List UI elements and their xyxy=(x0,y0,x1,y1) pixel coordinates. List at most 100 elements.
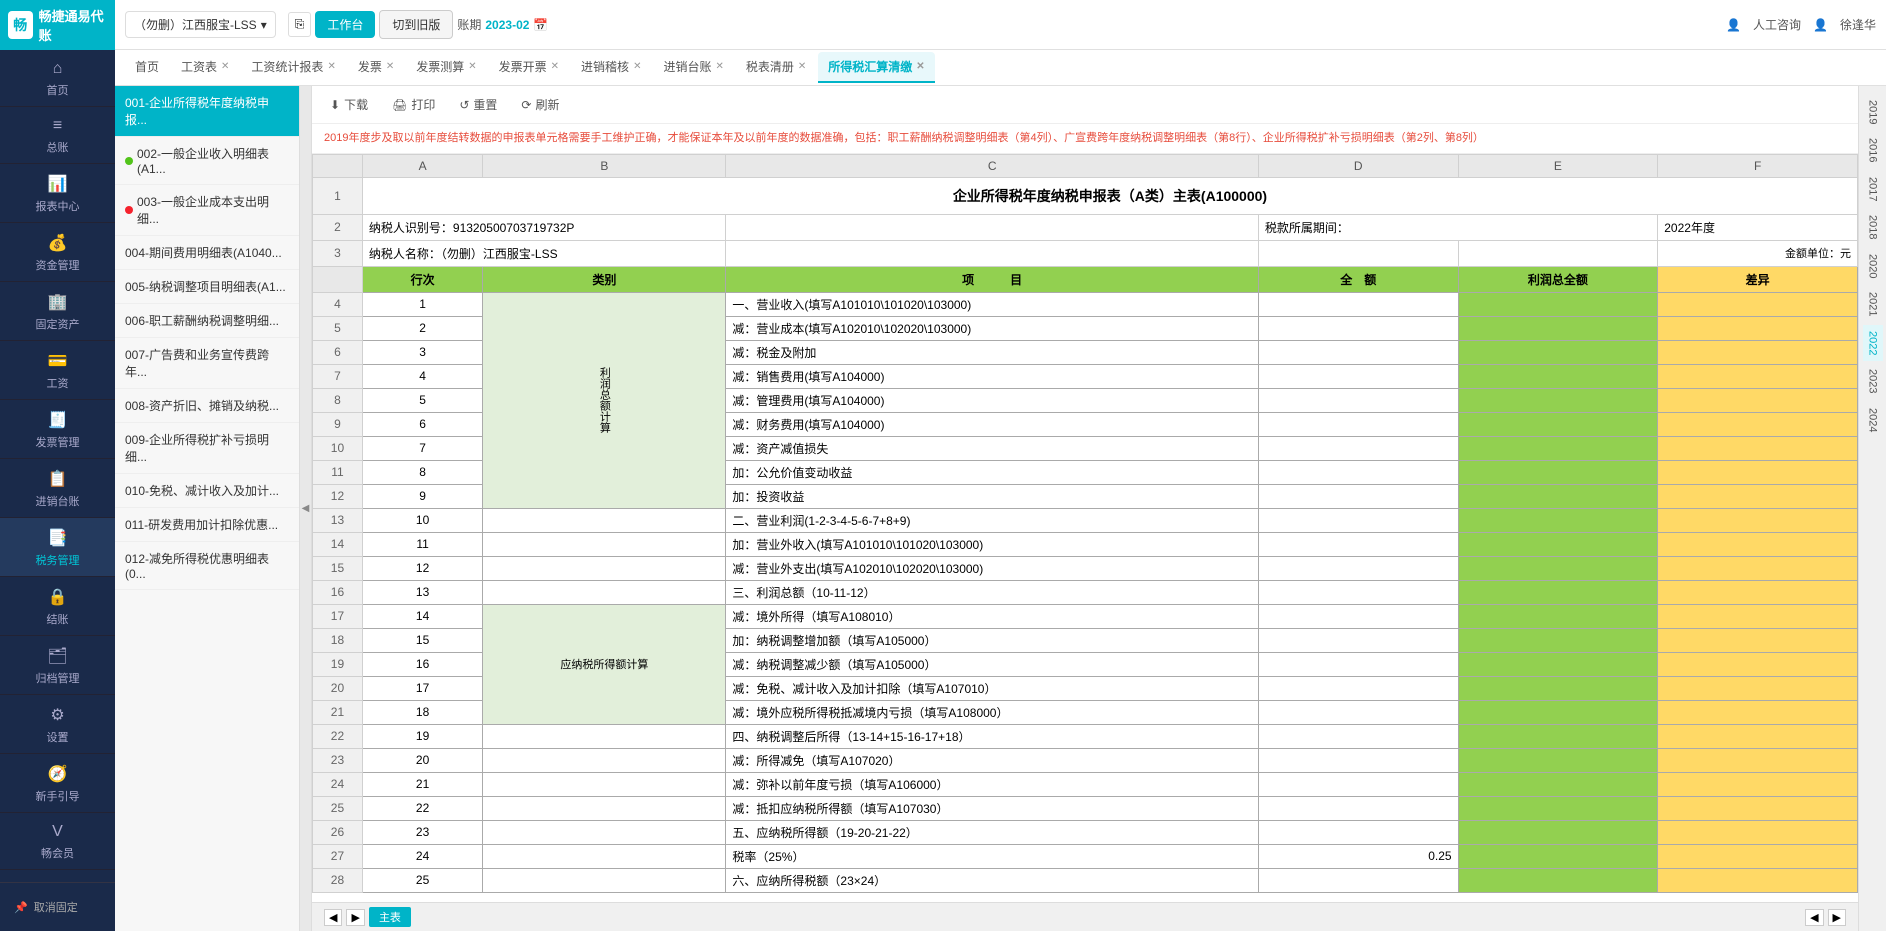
row-amount-1[interactable] xyxy=(1258,292,1458,316)
row-diff-3[interactable] xyxy=(1658,340,1858,364)
row-diff-8[interactable] xyxy=(1658,460,1858,484)
row-profit-2[interactable] xyxy=(1458,316,1658,340)
row-amount-6[interactable] xyxy=(1258,412,1458,436)
sidebar-item-salary[interactable]: 💳工资 xyxy=(0,341,115,400)
row-profit-21[interactable] xyxy=(1458,772,1658,796)
report-item-008[interactable]: 008-资产折旧、摊销及纳税... xyxy=(115,389,299,423)
unpin-button[interactable]: 📌 取消固定 xyxy=(10,893,105,921)
row-profit-12[interactable] xyxy=(1458,556,1658,580)
sidebar-item-sales[interactable]: 📋进销台账 xyxy=(0,459,115,518)
row-diff-24[interactable] xyxy=(1658,844,1858,868)
year-2021[interactable]: 2021 xyxy=(1863,286,1883,322)
report-item-011[interactable]: 011-研发费用加计扣除优惠... xyxy=(115,508,299,542)
row-diff-16[interactable] xyxy=(1658,652,1858,676)
row-amount-5[interactable] xyxy=(1258,388,1458,412)
tab-invoice_list[interactable]: 发票✕ xyxy=(348,52,404,83)
tab-close-sales_ledger[interactable]: ✕ xyxy=(715,61,723,72)
tab-invoice_open[interactable]: 发票开票✕ xyxy=(489,52,569,83)
year-2018[interactable]: 2018 xyxy=(1863,209,1883,245)
row-diff-1[interactable] xyxy=(1658,292,1858,316)
sidebar-item-fund[interactable]: 💰资金管理 xyxy=(0,223,115,282)
row-diff-25[interactable] xyxy=(1658,868,1858,892)
row-profit-7[interactable] xyxy=(1458,436,1658,460)
reset-button[interactable]: ↺ 重置 xyxy=(453,92,503,117)
tab-purchase[interactable]: 进销稽核✕ xyxy=(571,52,651,83)
row-amount-18[interactable] xyxy=(1258,700,1458,724)
row-diff-4[interactable] xyxy=(1658,364,1858,388)
user-name[interactable]: 徐逢华 xyxy=(1840,16,1876,33)
row-amount-4[interactable] xyxy=(1258,364,1458,388)
report-item-009[interactable]: 009-企业所得税扩补亏损明细... xyxy=(115,423,299,474)
sidebar-item-guide[interactable]: 🧭新手引导 xyxy=(0,754,115,813)
row-profit-18[interactable] xyxy=(1458,700,1658,724)
tab-close-invoice_calc[interactable]: ✕ xyxy=(468,61,476,72)
year-2016[interactable]: 2016 xyxy=(1863,132,1883,168)
tab-close-tax_clear[interactable]: ✕ xyxy=(798,61,806,72)
tab-salary[interactable]: 工资表✕ xyxy=(171,52,239,83)
row-diff-5[interactable] xyxy=(1658,388,1858,412)
switch-version-button[interactable]: 切到旧版 xyxy=(379,10,453,39)
row-profit-17[interactable] xyxy=(1458,676,1658,700)
row-diff-22[interactable] xyxy=(1658,796,1858,820)
row-diff-14[interactable] xyxy=(1658,604,1858,628)
row-diff-13[interactable] xyxy=(1658,580,1858,604)
copy-icon[interactable]: ⎘ xyxy=(288,12,312,37)
sidebar-item-report[interactable]: 📊报表中心 xyxy=(0,164,115,223)
sheet-next-button[interactable]: ▶ xyxy=(346,909,364,926)
tab-close-income_tax[interactable]: ✕ xyxy=(916,61,924,72)
report-item-001[interactable]: 001-企业所得税年度纳税申报... xyxy=(115,86,299,137)
sidebar-item-home[interactable]: ⌂首页 xyxy=(0,50,115,107)
row-profit-9[interactable] xyxy=(1458,484,1658,508)
row-amount-16[interactable] xyxy=(1258,652,1458,676)
row-amount-14[interactable] xyxy=(1258,604,1458,628)
year-2020[interactable]: 2020 xyxy=(1863,248,1883,284)
row-profit-4[interactable] xyxy=(1458,364,1658,388)
calendar-icon[interactable]: 📅 xyxy=(533,18,548,32)
tab-home[interactable]: 首页 xyxy=(125,52,169,83)
report-item-003[interactable]: 003-一般企业成本支出明细... xyxy=(115,185,299,236)
report-item-005[interactable]: 005-纳税调整项目明细表(A1... xyxy=(115,270,299,304)
row-profit-15[interactable] xyxy=(1458,628,1658,652)
row-amount-7[interactable] xyxy=(1258,436,1458,460)
sidebar-item-ledger[interactable]: ≡总账 xyxy=(0,107,115,164)
tab-invoice_calc[interactable]: 发票测算✕ xyxy=(406,52,486,83)
refresh-button[interactable]: ⟳ 刷新 xyxy=(515,92,565,117)
row-profit-16[interactable] xyxy=(1458,652,1658,676)
row-amount-10[interactable] xyxy=(1258,508,1458,532)
row-amount-19[interactable] xyxy=(1258,724,1458,748)
tab-close-salary_stat[interactable]: ✕ xyxy=(327,61,335,72)
row-amount-23[interactable] xyxy=(1258,820,1458,844)
row-profit-8[interactable] xyxy=(1458,460,1658,484)
sheet-prev-button[interactable]: ◀ xyxy=(324,909,342,926)
sidebar-item-member[interactable]: V畅会员 xyxy=(0,813,115,870)
print-button[interactable]: 🖨 打印 xyxy=(386,92,441,117)
row-diff-18[interactable] xyxy=(1658,700,1858,724)
report-item-006[interactable]: 006-职工薪酬纳税调整明细... xyxy=(115,304,299,338)
scroll-right-button[interactable]: ▶ xyxy=(1828,909,1846,926)
spreadsheet-container[interactable]: A B C D E F 1企业所得税年度纳税申报表（A类）主表(A100000)… xyxy=(312,154,1858,903)
row-amount-2[interactable] xyxy=(1258,316,1458,340)
row-diff-2[interactable] xyxy=(1658,316,1858,340)
row-diff-20[interactable] xyxy=(1658,748,1858,772)
report-item-002[interactable]: 002-一般企业收入明细表(A1... xyxy=(115,137,299,185)
tab-sales_ledger[interactable]: 进销台账✕ xyxy=(653,52,733,83)
row-amount-25[interactable] xyxy=(1258,868,1458,892)
report-item-012[interactable]: 012-减免所得税优惠明细表(0... xyxy=(115,542,299,590)
year-2022[interactable]: 2022 xyxy=(1863,325,1883,361)
report-item-007[interactable]: 007-广告费和业务宣传费跨年... xyxy=(115,338,299,389)
company-selector[interactable]: （勿删）江西服宝-LSS ▾ xyxy=(125,11,276,38)
row-profit-13[interactable] xyxy=(1458,580,1658,604)
row-diff-10[interactable] xyxy=(1658,508,1858,532)
row-diff-19[interactable] xyxy=(1658,724,1858,748)
row-diff-17[interactable] xyxy=(1658,676,1858,700)
tab-income_tax[interactable]: 所得税汇算清缴✕ xyxy=(818,52,934,83)
sheet-tab-main[interactable]: 主表 xyxy=(369,907,411,927)
report-item-010[interactable]: 010-免税、减计收入及加计... xyxy=(115,474,299,508)
sidebar-item-invoice[interactable]: 🧾发票管理 xyxy=(0,400,115,459)
row-profit-22[interactable] xyxy=(1458,796,1658,820)
row-profit-24[interactable] xyxy=(1458,844,1658,868)
row-amount-12[interactable] xyxy=(1258,556,1458,580)
sidebar-item-close[interactable]: 🔒结账 xyxy=(0,577,115,636)
row-profit-20[interactable] xyxy=(1458,748,1658,772)
year-2019[interactable]: 2019 xyxy=(1863,94,1883,130)
